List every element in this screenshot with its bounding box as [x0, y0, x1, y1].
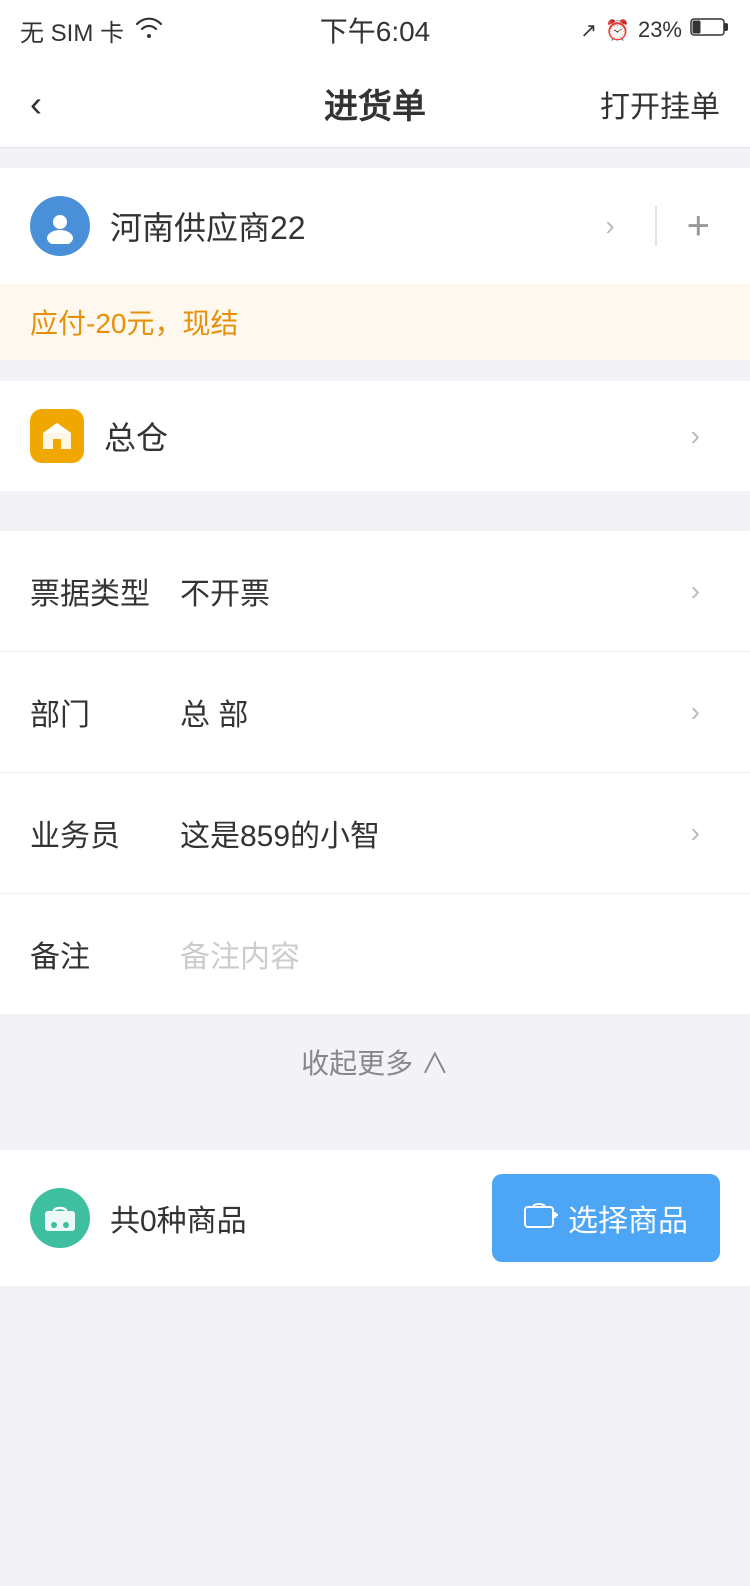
add-supplier-button[interactable]: +: [677, 204, 720, 249]
salesperson-chevron-icon: ›: [691, 817, 700, 849]
open-pending-button[interactable]: 打开挂单: [600, 82, 720, 126]
warning-text: 应付-20元，现结: [30, 308, 238, 339]
department-row[interactable]: 部门 总 部 ›: [0, 652, 750, 773]
status-bar: 无 SIM 卡 下午6:04 ↗ ⏰ 23%: [0, 0, 750, 60]
warehouse-chevron-icon: ›: [691, 420, 700, 452]
warning-banner: 应付-20元，现结: [0, 284, 750, 360]
supplier-section: 河南供应商22 › + 应付-20元，现结: [0, 168, 750, 360]
invoice-type-value: 不开票: [160, 569, 691, 613]
alarm-icon: ⏰: [605, 18, 630, 43]
salesperson-value: 这是859的小智: [160, 811, 691, 855]
collapse-label: 收起更多 ∧: [301, 1048, 449, 1079]
warehouse-row[interactable]: 总仓 ›: [0, 380, 750, 491]
nav-title: 进货单: [324, 79, 426, 128]
battery-text: 23%: [638, 17, 682, 43]
warehouse-name: 总仓: [104, 413, 691, 459]
status-right: ↗ ⏰ 23%: [580, 16, 730, 44]
remark-input[interactable]: 备注内容: [160, 932, 720, 976]
supplier-name: 河南供应商22: [110, 203, 605, 249]
salesperson-row[interactable]: 业务员 这是859的小智 ›: [0, 773, 750, 894]
select-btn-icon: [524, 1201, 558, 1236]
select-btn-label: 选择商品: [568, 1196, 688, 1240]
product-icon: [30, 1188, 90, 1248]
supplier-divider: [655, 206, 657, 246]
section-gap-1: [0, 148, 750, 168]
section-gap-2: [0, 360, 750, 380]
invoice-type-chevron-icon: ›: [691, 575, 700, 607]
back-button[interactable]: ‹: [30, 83, 90, 125]
supplier-chevron-icon: ›: [605, 210, 614, 242]
wifi-icon: [134, 16, 164, 45]
section-gap-4: [0, 1110, 750, 1130]
battery-icon: [690, 16, 730, 44]
collapse-row[interactable]: 收起更多 ∧: [0, 1014, 750, 1110]
invoice-type-label: 票据类型: [30, 569, 160, 613]
supplier-avatar: [30, 196, 90, 256]
department-chevron-icon: ›: [691, 696, 700, 728]
department-value: 总 部: [160, 690, 691, 734]
remark-label: 备注: [30, 932, 160, 976]
warehouse-icon: [30, 409, 84, 463]
warehouse-section: 总仓 ›: [0, 380, 750, 491]
location-icon: ↗: [580, 18, 597, 43]
form-section: 票据类型 不开票 › 部门 总 部 › 业务员 这是859的小智 › 备注 备注…: [0, 531, 750, 1014]
carrier-text: 无 SIM 卡: [20, 13, 124, 48]
supplier-row[interactable]: 河南供应商22 › +: [0, 168, 750, 284]
department-label: 部门: [30, 690, 160, 734]
invoice-type-row[interactable]: 票据类型 不开票 ›: [0, 531, 750, 652]
page-background: [0, 1286, 750, 1586]
salesperson-label: 业务员: [30, 811, 160, 855]
status-left: 无 SIM 卡: [20, 13, 164, 48]
nav-bar: ‹ 进货单 打开挂单: [0, 60, 750, 148]
bottom-bar: 共0种商品 选择商品: [0, 1150, 750, 1286]
product-count: 共0种商品: [110, 1196, 492, 1240]
section-gap-3: [0, 491, 750, 511]
remark-row[interactable]: 备注 备注内容: [0, 894, 750, 1014]
status-time: 下午6:04: [320, 10, 431, 50]
select-product-button[interactable]: 选择商品: [492, 1174, 720, 1262]
